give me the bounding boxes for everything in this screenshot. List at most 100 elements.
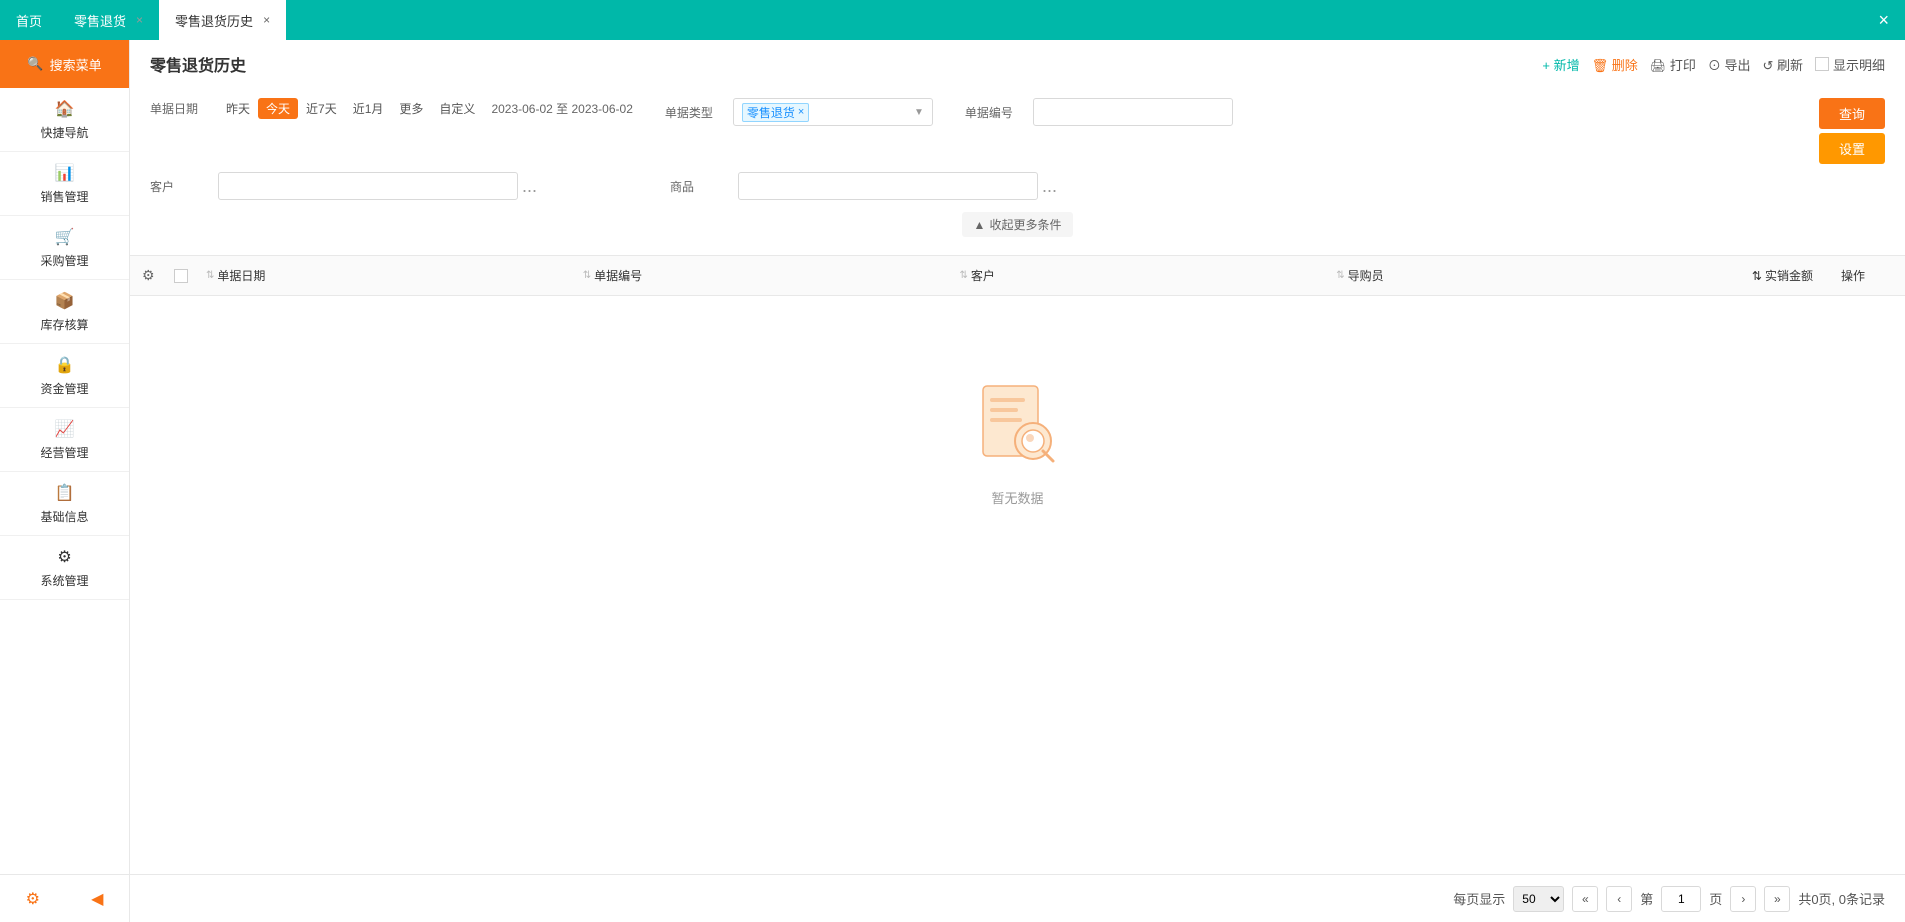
- table-select-all-checkbox[interactable]: [174, 269, 206, 283]
- empty-illustration: [968, 376, 1068, 476]
- sidebar-item-inventory[interactable]: 📦 库存核算: [0, 280, 129, 344]
- page-number-input[interactable]: [1661, 886, 1701, 912]
- th-amount: ⇅ 实销金额: [1713, 267, 1813, 284]
- collapse-button[interactable]: ▲ 收起更多条件: [962, 212, 1074, 237]
- show-detail-checkbox[interactable]: [1815, 57, 1829, 71]
- chart-icon: 📊: [54, 162, 76, 184]
- date-filter-label: 单据日期: [150, 100, 210, 117]
- date-1month[interactable]: 近1月: [345, 98, 392, 119]
- th-amount-label: 实销金额: [1765, 267, 1813, 284]
- goods-filter-input[interactable]: [738, 172, 1038, 200]
- tab-retail-return-close[interactable]: ×: [136, 13, 143, 27]
- type-filter-box[interactable]: 零售退货 × ▼: [733, 98, 933, 126]
- tab-retail-return-history-label: 零售退货历史: [175, 11, 253, 30]
- table-area: ⚙ ⇅ 单据日期 ⇅ 单据编号 ⇅ 客户 ⇅ 导购员: [130, 256, 1905, 874]
- goods-filter-group: 商品 ...: [670, 172, 1057, 200]
- sidebar-item-purchase-mgmt-label: 采购管理: [40, 252, 88, 269]
- sidebar-item-quick-nav[interactable]: 🏠 快捷导航: [0, 88, 129, 152]
- page-header: 零售退货历史 + 新增 🗑 删除 🖨 打印 ⊙ 导出 ↺ 刷新 显示明细: [130, 40, 1905, 256]
- th-guide: ⇅ 导购员: [1336, 267, 1713, 284]
- number-filter-input[interactable]: [1033, 98, 1233, 126]
- window-close-button[interactable]: ×: [1878, 10, 1889, 31]
- table-settings-icon[interactable]: ⚙: [142, 267, 174, 284]
- th-number-sort-icon[interactable]: ⇅: [583, 270, 591, 281]
- per-page-select[interactable]: 50 10 20 100: [1513, 886, 1564, 912]
- show-detail-wrap: 显示明细: [1815, 55, 1885, 74]
- page-last-button[interactable]: »: [1764, 886, 1790, 912]
- th-guide-label: 导购员: [1348, 267, 1384, 284]
- type-dropdown-arrow: ▼: [914, 107, 924, 118]
- sidebar-item-finance[interactable]: 🔒 资金管理: [0, 344, 129, 408]
- tab-home-label: 首页: [16, 11, 42, 30]
- th-guide-sort-icon[interactable]: ⇅: [1336, 270, 1344, 281]
- print-button[interactable]: 🖨 打印: [1650, 55, 1696, 74]
- tab-retail-return-history[interactable]: 零售退货历史 ×: [159, 0, 286, 40]
- add-button[interactable]: + 新增: [1542, 55, 1579, 74]
- type-filter-group: 单据类型 零售退货 × ▼: [665, 98, 933, 126]
- date-today[interactable]: 今天: [258, 98, 298, 119]
- total-info: 共0页, 0条记录: [1798, 889, 1885, 908]
- page-unit: 页: [1709, 889, 1722, 908]
- collapse-row: ▲ 收起更多条件: [150, 208, 1885, 241]
- export-button[interactable]: ⊙ 导出: [1708, 55, 1751, 74]
- setting-button[interactable]: 设置: [1819, 133, 1885, 164]
- gear-icon: ⚙: [54, 546, 76, 568]
- empty-state: 暂无数据: [130, 296, 1905, 587]
- date-filter: 昨天 今天 近7天 近1月 更多 自定义: [218, 98, 483, 119]
- sidebar-item-system-mgmt-label: 系统管理: [40, 572, 88, 589]
- sidebar-item-operations[interactable]: 📈 经营管理: [0, 408, 129, 472]
- per-page-label: 每页显示: [1453, 889, 1505, 908]
- th-ops-label: 操作: [1841, 269, 1865, 283]
- tab-retail-return[interactable]: 零售退货 ×: [58, 0, 159, 40]
- sidebar-item-basic-info[interactable]: 📋 基础信息: [0, 472, 129, 536]
- date-range-value: 2023-06-02 至 2023-06-02: [491, 100, 632, 117]
- th-customer-label: 客户: [971, 267, 995, 284]
- query-button[interactable]: 查询: [1819, 98, 1885, 129]
- sidebar-nav: 🏠 快捷导航 📊 销售管理 🛒 采购管理 📦 库存核算 🔒 资金管理 📈: [0, 88, 129, 874]
- customer-filter-dots[interactable]: ...: [522, 176, 537, 197]
- delete-button[interactable]: 🗑 删除: [1592, 55, 1638, 74]
- customer-filter-label: 客户: [150, 178, 210, 195]
- th-customer: ⇅ 客户: [960, 267, 1337, 284]
- date-more[interactable]: 更多: [391, 98, 431, 119]
- box-icon: 📦: [54, 290, 76, 312]
- type-tag-close[interactable]: ×: [798, 106, 804, 118]
- th-amount-sort-icon[interactable]: ⇅: [1752, 269, 1762, 283]
- date-custom[interactable]: 自定义: [431, 98, 483, 119]
- date-7days[interactable]: 近7天: [298, 98, 345, 119]
- sidebar-item-basic-info-label: 基础信息: [40, 508, 88, 525]
- customer-filter-input[interactable]: [218, 172, 518, 200]
- page-label: 第: [1640, 889, 1653, 908]
- sidebar-bottom: ⚙ ◀: [0, 874, 129, 922]
- sidebar-item-operations-label: 经营管理: [40, 444, 88, 461]
- date-yesterday[interactable]: 昨天: [218, 98, 258, 119]
- filter-area: 单据日期 昨天 今天 近7天 近1月 更多 自定义 2023-06-02 至 2…: [150, 88, 1885, 255]
- main-content: 零售退货历史 + 新增 🗑 删除 🖨 打印 ⊙ 导出 ↺ 刷新 显示明细: [130, 40, 1905, 922]
- cart-icon: 🛒: [54, 226, 76, 248]
- sidebar-settings-icon[interactable]: ⚙: [26, 889, 40, 909]
- th-customer-sort-icon[interactable]: ⇅: [960, 270, 968, 281]
- trend-icon: 📈: [54, 418, 76, 440]
- sidebar-search[interactable]: 🔍 搜索菜单: [0, 40, 129, 88]
- page-first-button[interactable]: «: [1572, 886, 1598, 912]
- sidebar-item-system-mgmt[interactable]: ⚙ 系统管理: [0, 536, 129, 600]
- th-date: ⇅ 单据日期: [206, 267, 583, 284]
- tab-retail-return-history-close[interactable]: ×: [263, 13, 270, 27]
- refresh-button[interactable]: ↺ 刷新: [1762, 55, 1803, 74]
- date-filter-group: 单据日期 昨天 今天 近7天 近1月 更多 自定义 2023-06-02 至 2…: [150, 98, 633, 119]
- th-date-label: 单据日期: [217, 267, 265, 284]
- page-next-button[interactable]: ›: [1730, 886, 1756, 912]
- home-icon: 🏠: [54, 98, 76, 120]
- page-prev-button[interactable]: ‹: [1606, 886, 1632, 912]
- main-layout: 🔍 搜索菜单 🏠 快捷导航 📊 销售管理 🛒 采购管理 📦 库存核算 🔒: [0, 40, 1905, 922]
- th-date-sort-icon[interactable]: ⇅: [206, 270, 214, 281]
- sidebar-item-purchase-mgmt[interactable]: 🛒 采购管理: [0, 216, 129, 280]
- number-filter-label: 单据编号: [965, 104, 1025, 121]
- goods-filter-dots[interactable]: ...: [1042, 176, 1057, 197]
- sidebar-item-sales-mgmt[interactable]: 📊 销售管理: [0, 152, 129, 216]
- sidebar-collapse-icon[interactable]: ◀: [91, 889, 103, 909]
- tab-home[interactable]: 首页: [0, 0, 58, 40]
- filter-row-2: 客户 ... 商品 ...: [150, 172, 1885, 200]
- sidebar-item-finance-label: 资金管理: [40, 380, 88, 397]
- type-tag: 零售退货 ×: [742, 103, 809, 122]
